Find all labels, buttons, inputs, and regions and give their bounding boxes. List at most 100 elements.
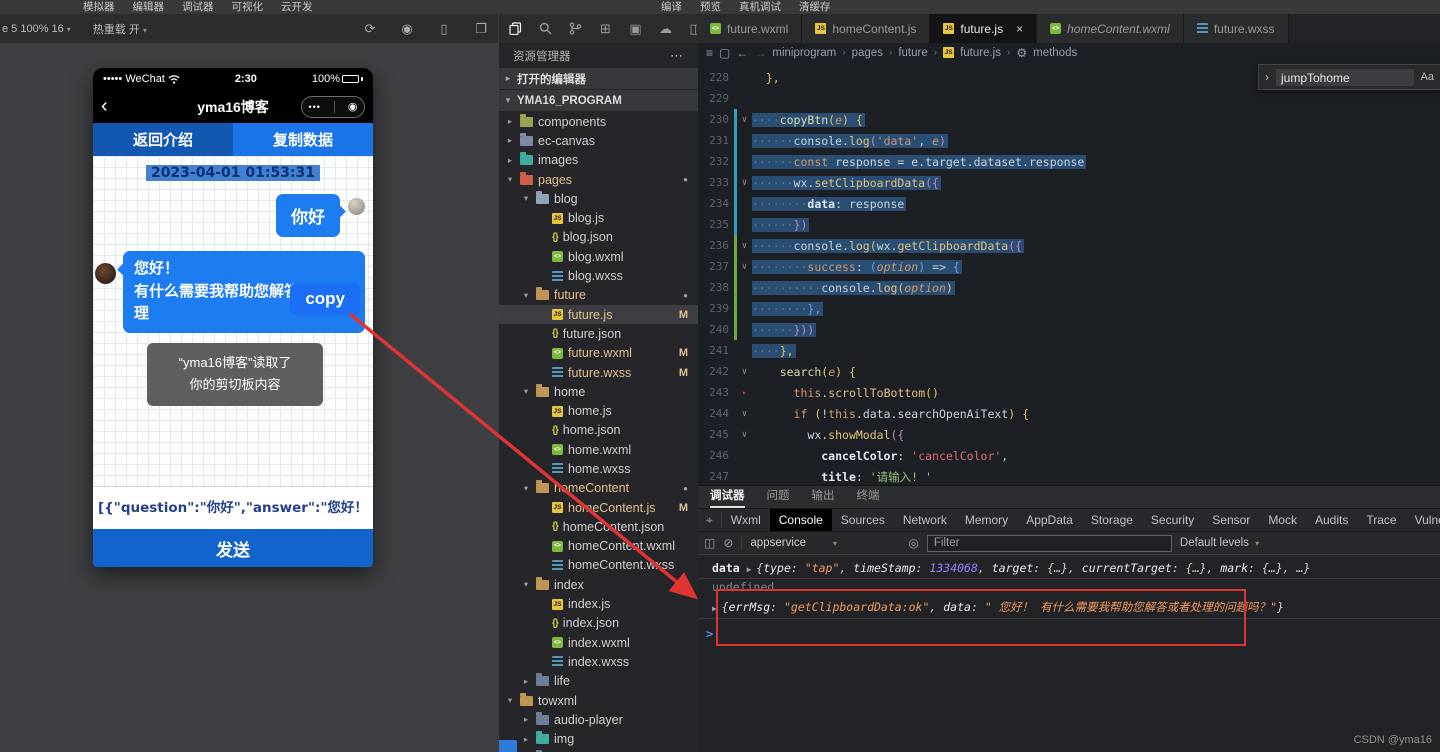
tree-item[interactable]: ▸ ec-canvas <box>499 131 698 150</box>
line-number[interactable]: 236 <box>698 239 734 252</box>
tree-item[interactable]: ▾ towxml <box>499 691 698 710</box>
code-line[interactable]: 231 ······console.log('data', e) <box>698 130 1440 151</box>
code-area[interactable]: 228 }, 229 230 ∨ ····copyBtn(e) {231 ······co… <box>698 67 1440 485</box>
devtools-tab[interactable]: Storage <box>1082 509 1142 531</box>
editor-tab[interactable]: future.wxss <box>1183 14 1289 43</box>
line-number[interactable]: 235 <box>698 218 734 231</box>
match-case-toggle[interactable]: Aa <box>1421 71 1434 83</box>
tree-item[interactable]: future.wxss M <box>499 363 698 382</box>
tree-item[interactable]: JS future.js M <box>499 304 698 325</box>
tree-item[interactable]: ▾ future ● <box>499 286 698 305</box>
code-line[interactable]: 232 ······const response = e.target.datas… <box>698 151 1440 172</box>
breadcrumb-item[interactable]: pages <box>852 47 883 59</box>
devtools-tab[interactable]: Audits <box>1306 509 1357 531</box>
tree-item[interactable]: homeContent.wxss <box>499 556 698 575</box>
device-selector[interactable]: e 5 100% 16 ▾ <box>2 23 71 35</box>
menu-item[interactable]: 编译 <box>652 0 691 14</box>
breakpoint-marker[interactable]: ▸ <box>737 388 752 398</box>
line-number[interactable]: 247 <box>698 470 734 483</box>
menu-item[interactable]: 可视化 <box>223 0 273 14</box>
back-arrow-icon[interactable]: ← <box>736 46 748 60</box>
eye-icon[interactable]: ◎ <box>908 536 918 550</box>
menu-item[interactable]: 清缓存 <box>790 0 840 14</box>
console-row[interactable]: undefined <box>698 579 1440 595</box>
bookmark-icon[interactable]: ▢ <box>719 46 730 60</box>
line-number[interactable]: 237 <box>698 260 734 273</box>
line-number[interactable]: 246 <box>698 449 734 462</box>
tree-item[interactable]: <> home.wxml <box>499 440 698 459</box>
tree-item[interactable]: ▾ pages ● <box>499 170 698 189</box>
copy-button[interactable]: copy <box>275 283 360 315</box>
code-line[interactable]: 230 ∨ ····copyBtn(e) { <box>698 109 1440 130</box>
more-dots-icon[interactable]: ••• <box>308 102 320 112</box>
fold-chevron-icon[interactable]: ∨ <box>737 241 752 251</box>
clear-console-icon[interactable]: ⊘ <box>723 536 733 550</box>
console-row[interactable]: data ▶ {type: "tap", timeStamp: 1334068,… <box>698 557 1440 579</box>
devtools-tab[interactable]: Wxml <box>722 509 770 531</box>
code-line[interactable]: 238 ··········console.log(option) <box>698 277 1440 298</box>
find-input[interactable]: jumpTohome <box>1275 67 1415 87</box>
tree-item[interactable]: JS home.js <box>499 401 698 420</box>
code-line[interactable]: 229 <box>698 88 1440 109</box>
line-number[interactable]: 244 <box>698 407 734 420</box>
line-number[interactable]: 243 <box>698 386 734 399</box>
devtools-tab[interactable]: AppData <box>1017 509 1082 531</box>
multi-window-icon[interactable]: ❐ <box>473 21 489 37</box>
line-number[interactable]: 233 <box>698 176 734 189</box>
console-row[interactable]: ▶ {errMsg: "getClipboardData:ok", data: … <box>698 595 1440 619</box>
tree-item[interactable]: ▸ img <box>499 730 698 749</box>
fold-chevron-icon[interactable]: ∨ <box>737 262 752 272</box>
breadcrumb-item[interactable]: miniprogram <box>772 47 836 59</box>
phone-preview-icon[interactable]: ▯ <box>436 21 452 37</box>
page-tab[interactable]: 复制数据 <box>233 123 373 156</box>
panel-tab[interactable]: 问题 <box>767 487 790 508</box>
menu-item[interactable]: 云开发 <box>272 0 322 14</box>
code-line[interactable]: 244 ∨ if (!this.data.searchOpenAiText) { <box>698 403 1440 424</box>
fold-chevron-icon[interactable]: ∨ <box>737 115 752 125</box>
devtools-tab[interactable]: Network <box>894 509 956 531</box>
fold-chevron-icon[interactable]: ∨ <box>737 367 752 377</box>
tree-item[interactable]: <> homeContent.wxml <box>499 537 698 556</box>
chevron-expand-icon[interactable]: › <box>1265 70 1269 84</box>
editor-tab[interactable]: JS homeContent.js <box>802 14 931 43</box>
code-line[interactable]: 247 title: '请输入! ' <box>698 466 1440 485</box>
tree-item[interactable]: JS blog.js <box>499 208 698 227</box>
tree-item[interactable]: index.wxss <box>499 652 698 671</box>
fold-chevron-icon[interactable]: ∨ <box>737 178 752 188</box>
line-number[interactable]: 238 <box>698 281 734 294</box>
breadcrumb-item[interactable]: future <box>898 47 927 59</box>
menu-item[interactable]: 调试器 <box>173 0 223 14</box>
line-number[interactable]: 229 <box>698 92 734 105</box>
tree-item[interactable]: {} home.json <box>499 421 698 440</box>
tree-item[interactable]: {} homeContent.json <box>499 517 698 536</box>
more-actions-icon[interactable]: ⋯ <box>670 48 684 64</box>
editor-tab[interactable]: <> homeContent.wxml <box>1037 14 1184 43</box>
tree-item[interactable]: ▸ life <box>499 672 698 691</box>
page-tab[interactable]: 返回介绍 <box>93 123 233 156</box>
code-line[interactable]: 243 ▸ this.scrollToBottom() <box>698 382 1440 403</box>
log-levels-selector[interactable]: Default levels ▾ <box>1180 537 1259 549</box>
extensions-icon[interactable]: ⊞ <box>597 20 614 37</box>
filter-input[interactable]: Filter <box>926 534 1172 552</box>
devtools-tab[interactable]: Vulnerabilities <box>1406 509 1440 531</box>
git-branch-icon[interactable] <box>567 20 584 37</box>
code-line[interactable]: 239 ········}, <box>698 298 1440 319</box>
open-editors-section[interactable]: ▸ 打开的编辑器 <box>499 68 698 89</box>
devtools-tab[interactable]: Sources <box>832 509 894 531</box>
code-line[interactable]: 240 ······})) <box>698 319 1440 340</box>
code-line[interactable]: 242 ∨ search(e) { <box>698 361 1440 382</box>
tree-item[interactable]: {} blog.json <box>499 228 698 247</box>
tree-item[interactable]: <> blog.wxml <box>499 247 698 266</box>
menu-item[interactable]: 预览 <box>691 0 730 14</box>
code-line[interactable]: 246 cancelColor: 'cancelColor', <box>698 445 1440 466</box>
tree-item[interactable]: JS homeContent.js M <box>499 498 698 517</box>
tree-item[interactable]: ▸ images <box>499 151 698 170</box>
tree-item[interactable]: ▾ blog <box>499 189 698 208</box>
record-stop-icon[interactable]: ◉ <box>399 21 415 37</box>
refresh-icon[interactable]: ⟳ <box>362 21 378 37</box>
cloud-icon[interactable]: ☁ <box>657 20 674 37</box>
code-line[interactable]: 245 ∨ wx.showModal({ <box>698 424 1440 445</box>
line-number[interactable]: 245 <box>698 428 734 441</box>
devtools-tab[interactable]: Memory <box>956 509 1017 531</box>
line-number[interactable]: 242 <box>698 365 734 378</box>
